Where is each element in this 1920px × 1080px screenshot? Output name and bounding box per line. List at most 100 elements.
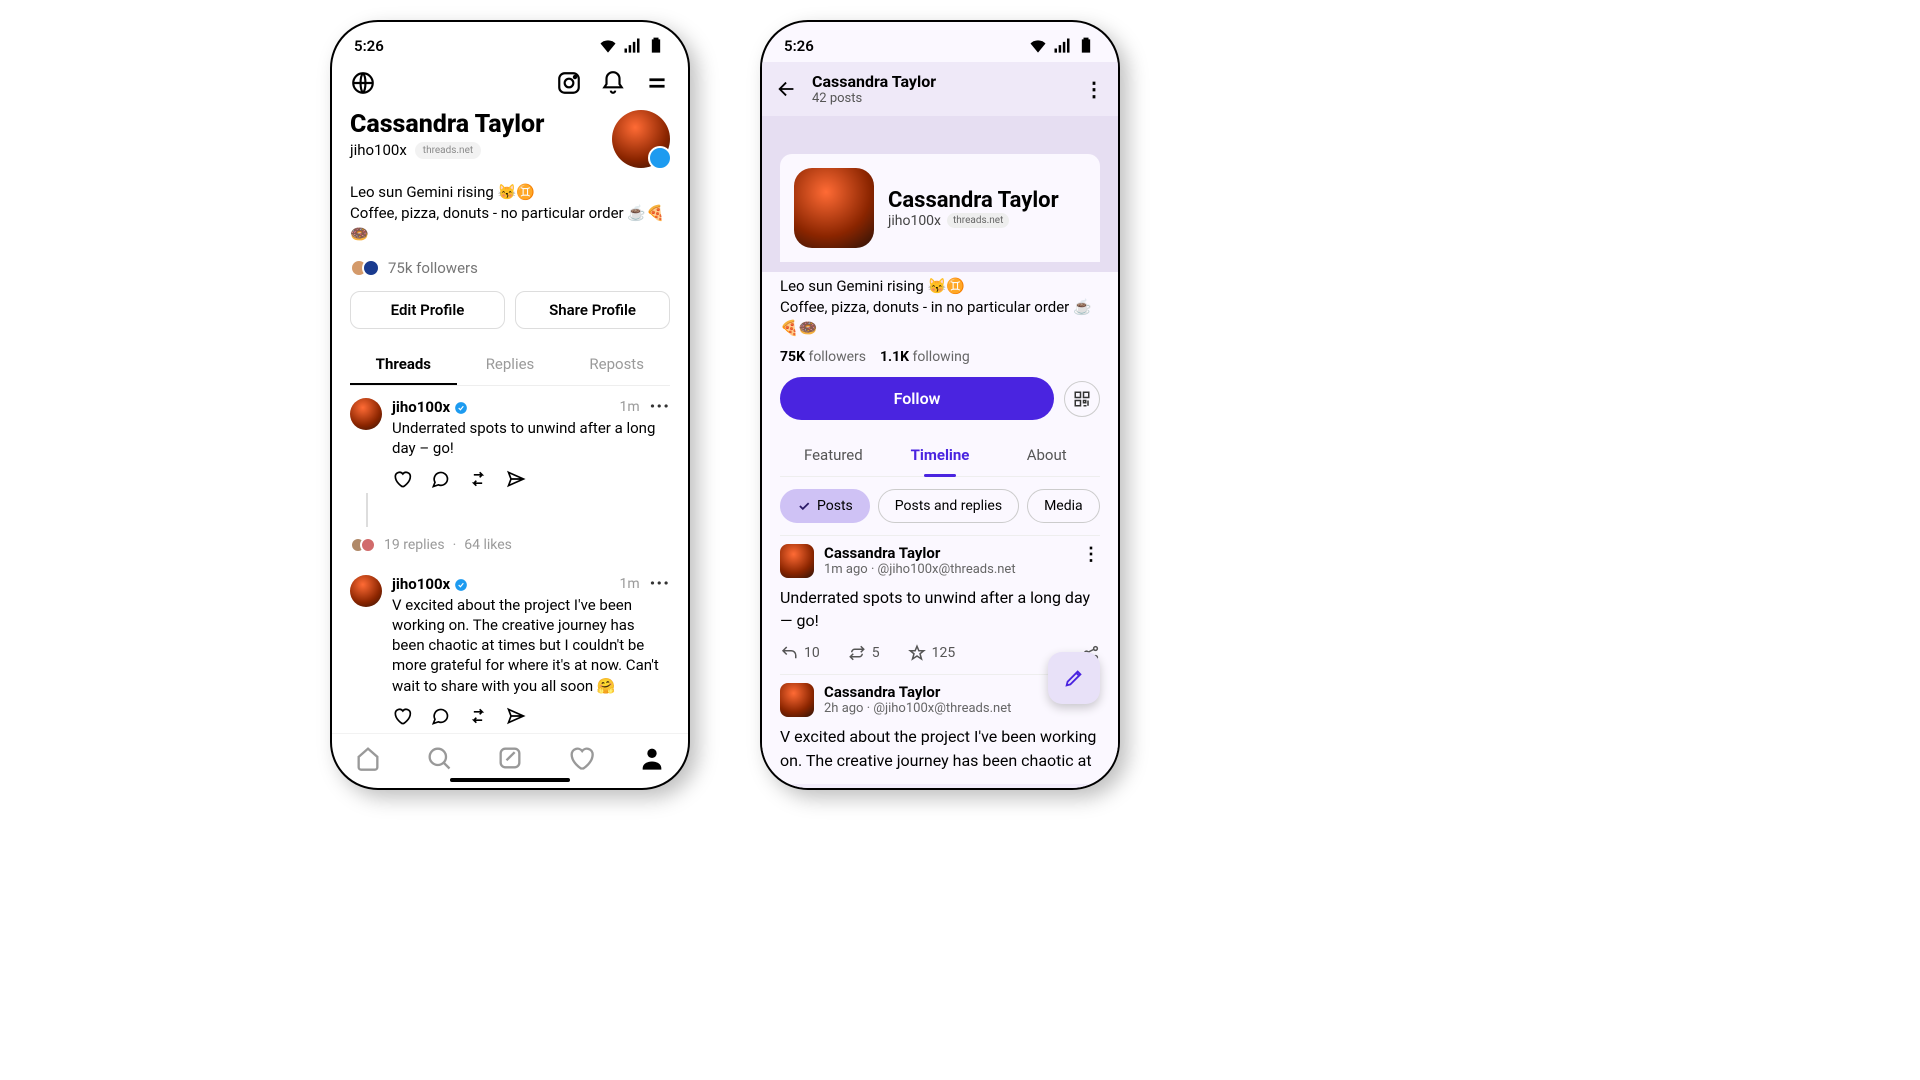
instagram-icon[interactable] (556, 70, 582, 96)
profile-tabs: Threads Replies Reposts (350, 345, 670, 386)
menu-icon[interactable] (644, 70, 670, 96)
avatar[interactable] (794, 168, 874, 248)
nav-compose-icon[interactable] (496, 744, 524, 772)
comment-icon[interactable] (430, 706, 450, 726)
nav-activity-icon[interactable] (567, 744, 595, 772)
post-more-icon[interactable]: ⋮ (1082, 544, 1100, 565)
post-text: V excited about the project I've been wo… (392, 595, 670, 696)
reply-button[interactable]: 10 (780, 644, 820, 662)
post-meta: 1m ago · @jiho100x@threads.net (824, 562, 1016, 577)
post-avatar[interactable] (350, 398, 382, 430)
comment-icon[interactable] (430, 469, 450, 489)
tab-reposts[interactable]: Reposts (563, 345, 670, 385)
domain-chip[interactable]: threads.net (947, 213, 1009, 228)
post-more-icon[interactable]: ··· (650, 403, 670, 411)
profile-bio: Leo sun Gemini rising 😽♊ Coffee, pizza, … (350, 182, 670, 245)
nav-home-icon[interactable] (354, 744, 382, 772)
post-avatar[interactable] (780, 544, 814, 578)
top-bar (332, 62, 688, 104)
post-likes[interactable]: 64 likes (464, 537, 512, 553)
heart-icon[interactable] (392, 706, 412, 726)
repost-icon[interactable] (468, 706, 488, 726)
follow-button[interactable]: Follow (780, 377, 1054, 420)
post-text: V excited about the project I've been wo… (780, 725, 1100, 771)
nav-search-icon[interactable] (425, 744, 453, 772)
post-more-icon[interactable]: ··· (650, 580, 670, 588)
globe-icon[interactable] (350, 70, 376, 96)
post[interactable]: jiho100x 1m ··· Underrated spots to unwi… (332, 386, 688, 563)
post-avatar[interactable] (350, 575, 382, 607)
favorite-button[interactable]: 125 (908, 644, 956, 662)
verified-icon (454, 577, 468, 591)
post-author[interactable]: Cassandra Taylor (824, 544, 1016, 562)
feed[interactable]: jiho100x 1m ··· Underrated spots to unwi… (332, 386, 688, 733)
signal-icon (622, 36, 642, 56)
qr-button[interactable] (1064, 381, 1100, 417)
followers-count: 75k followers (388, 259, 478, 277)
post-meta: 2h ago · @jiho100x@threads.net (824, 701, 1011, 716)
followers-row[interactable]: 75k followers (350, 259, 670, 277)
facepile (350, 259, 380, 277)
post[interactable]: jiho100x 1m ··· V excited about the proj… (332, 563, 688, 734)
post-author[interactable]: Cassandra Taylor (824, 683, 1011, 701)
post-time: 1m (619, 576, 639, 592)
send-icon[interactable] (506, 469, 526, 489)
profile-header: Cassandra Taylor jiho100x threads.net Le… (332, 104, 688, 386)
filter-media[interactable]: Media (1027, 489, 1100, 523)
compose-fab[interactable] (1048, 652, 1100, 704)
timeline-filters: Posts Posts and replies Media (780, 477, 1100, 535)
battery-icon (1076, 36, 1096, 56)
signal-icon (1052, 36, 1072, 56)
tab-replies[interactable]: Replies (457, 345, 564, 385)
post[interactable]: Cassandra Taylor 1m ago · @jiho100x@thre… (780, 535, 1100, 674)
post-text: Underrated spots to unwind after a long … (392, 418, 670, 459)
status-time: 5:26 (354, 37, 384, 55)
phone-fediverse: 5:26 Cassandra Taylor 42 posts ⋮ Cassand… (760, 20, 1120, 790)
heart-icon[interactable] (392, 469, 412, 489)
bottom-nav (762, 784, 1118, 790)
share-profile-button[interactable]: Share Profile (515, 291, 670, 329)
profile-name: Cassandra Taylor (350, 110, 544, 139)
post-replies[interactable]: 19 replies (384, 537, 445, 553)
phone-threads: 5:26 Cassandra Taylor jiho100x threads.n… (330, 20, 690, 790)
domain-chip[interactable]: threads.net (415, 142, 481, 159)
home-indicator (450, 778, 570, 782)
post-time: 1m (619, 399, 639, 415)
more-icon[interactable]: ⋮ (1084, 77, 1104, 101)
post-user[interactable]: jiho100x (392, 575, 450, 593)
profile-tabs: Featured Timeline About (780, 434, 1100, 477)
filter-posts-replies[interactable]: Posts and replies (878, 489, 1019, 523)
profile-handle: jiho100x (888, 213, 941, 229)
top-bar: Cassandra Taylor 42 posts ⋮ (762, 62, 1118, 116)
bell-icon[interactable] (600, 70, 626, 96)
thread-line (366, 493, 368, 527)
followers-count[interactable]: 75K followers (780, 349, 866, 365)
following-count[interactable]: 1.1K following (880, 349, 970, 365)
status-time: 5:26 (784, 37, 814, 55)
profile-body: Leo sun Gemini rising 😽♊ Coffee, pizza, … (762, 272, 1118, 784)
tab-timeline[interactable]: Timeline (887, 434, 994, 476)
nav-profile-icon[interactable] (638, 744, 666, 772)
edit-profile-button[interactable]: Edit Profile (350, 291, 505, 329)
repost-icon[interactable] (468, 469, 488, 489)
filter-posts[interactable]: Posts (780, 489, 870, 523)
header-title: Cassandra Taylor (812, 72, 936, 91)
back-icon[interactable] (776, 78, 798, 100)
post-avatar[interactable] (780, 683, 814, 717)
wifi-icon (598, 36, 618, 56)
tab-featured[interactable]: Featured (780, 434, 887, 476)
header-subtitle: 42 posts (812, 91, 936, 106)
status-bar: 5:26 (332, 22, 688, 62)
tab-about[interactable]: About (993, 434, 1100, 476)
tab-threads[interactable]: Threads (350, 345, 457, 385)
wifi-icon (1028, 36, 1048, 56)
post-text: Underrated spots to unwind after a long … (780, 586, 1100, 632)
cover-area: Cassandra Taylor jiho100x threads.net (762, 116, 1118, 272)
avatar[interactable] (612, 110, 670, 168)
profile-handle: jiho100x (350, 141, 407, 159)
send-icon[interactable] (506, 706, 526, 726)
post-user[interactable]: jiho100x (392, 398, 450, 416)
reply-avatars (350, 537, 376, 553)
boost-button[interactable]: 5 (848, 644, 880, 662)
battery-icon (646, 36, 666, 56)
